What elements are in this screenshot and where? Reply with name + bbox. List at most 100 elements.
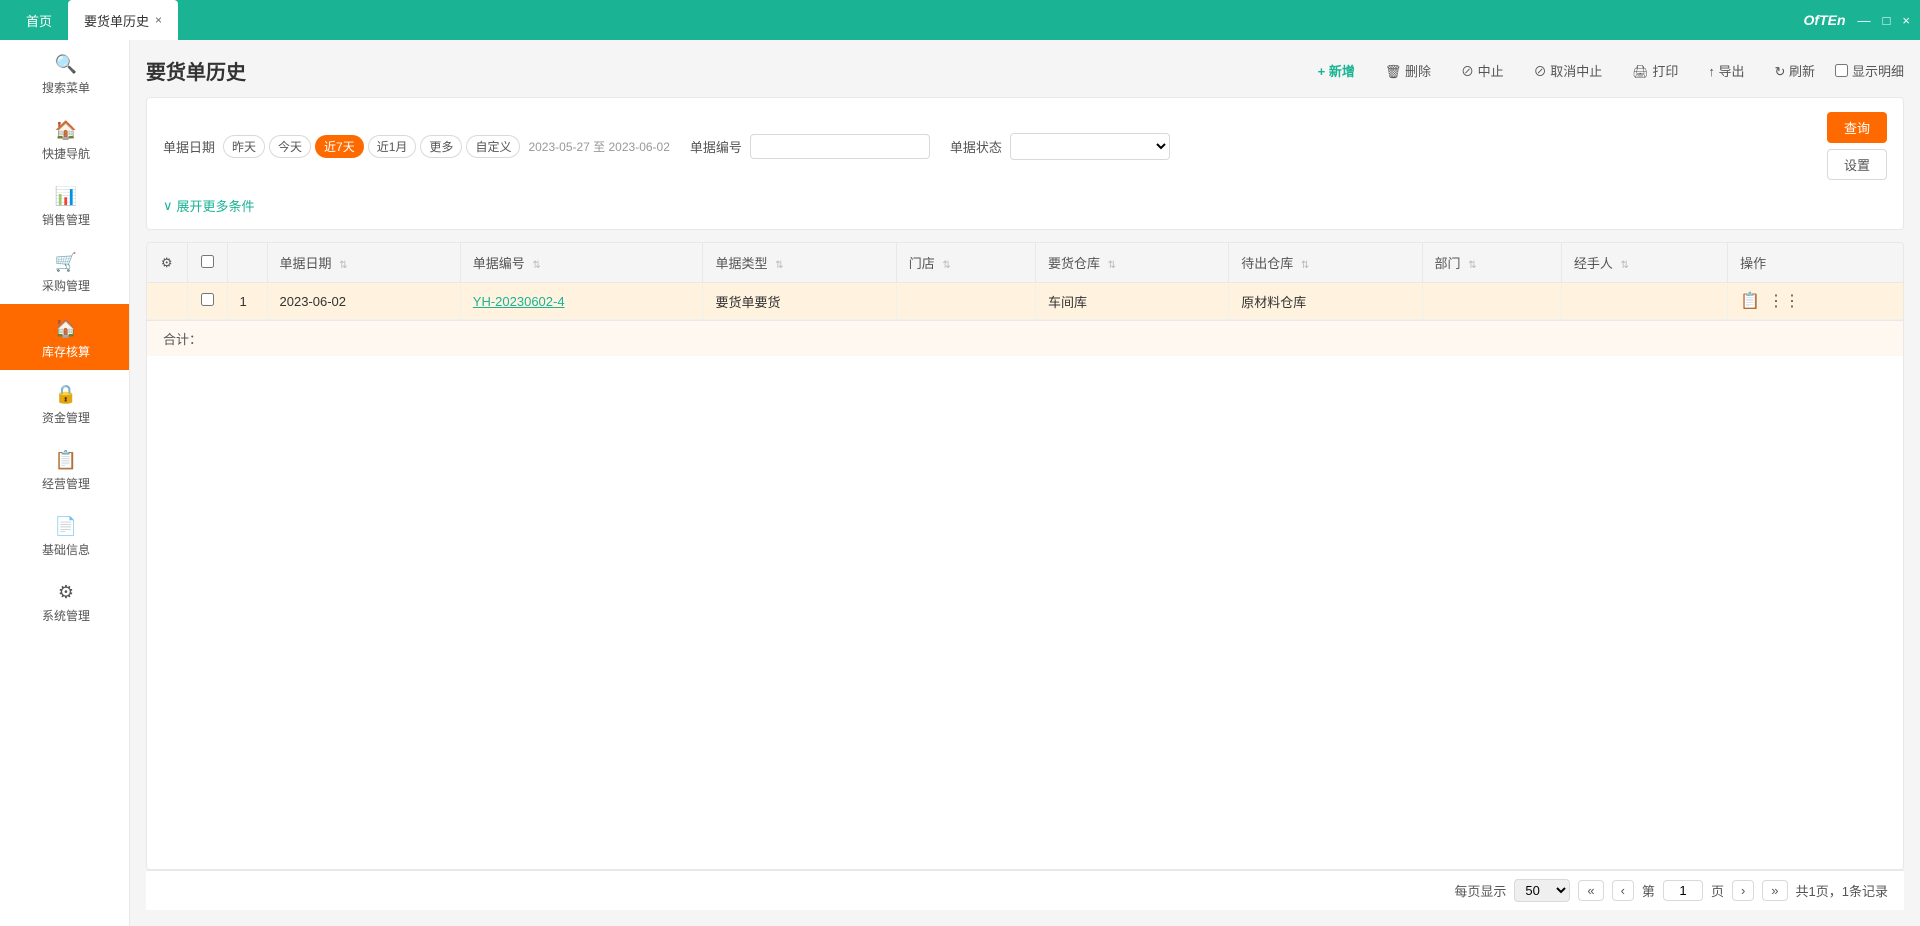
col-handler[interactable]: 经手人 ⇅ — [1561, 243, 1727, 283]
operations-icon: 📋 — [55, 450, 77, 471]
docno-filter-group: 单据编号 — [690, 134, 930, 159]
expand-conditions-btn[interactable]: ∨ 展开更多条件 — [163, 196, 255, 215]
date-more-btn[interactable]: 更多 — [420, 135, 462, 158]
row-more-icon[interactable]: ⋮⋮ — [1768, 291, 1800, 311]
col-settings[interactable]: ⚙ — [147, 243, 187, 283]
table-body: 1 2023-06-02 YH-20230602-4 要货单要货 车间库 原材料… — [147, 283, 1903, 320]
col-store[interactable]: 门店 ⇅ — [896, 243, 1035, 283]
status-select[interactable] — [1010, 133, 1170, 160]
date-custom-btn[interactable]: 自定义 — [466, 135, 520, 158]
table-header-row: ⚙ 单据日期 ⇅ 单据编号 ⇅ — [147, 243, 1903, 283]
sidebar-item-sales[interactable]: 📊 销售管理 — [0, 172, 129, 238]
next-page-btn[interactable]: › — [1732, 880, 1754, 901]
tab-home[interactable]: 首页 — [10, 0, 68, 40]
prev-page-btn[interactable]: ‹ — [1612, 880, 1634, 901]
date-range-text: 2023-05-27 至 2023-06-02 — [528, 138, 669, 155]
sidebar-item-basic-info[interactable]: 📄 基础信息 — [0, 502, 129, 568]
sidebar-item-label: 经营管理 — [42, 475, 90, 492]
table-row: 1 2023-06-02 YH-20230602-4 要货单要货 车间库 原材料… — [147, 283, 1903, 320]
col-index — [227, 243, 267, 283]
row-select-checkbox[interactable] — [201, 293, 214, 306]
per-page-select[interactable]: 50 10 20 100 — [1514, 879, 1570, 902]
sidebar-item-quick-nav[interactable]: 🏠 快捷导航 — [0, 106, 129, 172]
select-all-checkbox[interactable] — [201, 255, 214, 268]
export-button[interactable]: ↑ 导出 — [1698, 56, 1754, 85]
last-page-btn[interactable]: » — [1762, 880, 1787, 901]
sidebar-item-label: 采购管理 — [42, 277, 90, 294]
content-area: 要货单历史 + 新增 🗑 删除 ⊘ 中止 ⊘ 取消中止 🖨 打印 ↑ 导出 ↻ … — [130, 40, 1920, 926]
inventory-icon: 🏠 — [55, 318, 77, 339]
col-checkbox[interactable] — [187, 243, 227, 283]
tab-bar: 首页 要货单历史 × — [10, 0, 178, 40]
display-detail-checkbox[interactable]: 显示明细 — [1835, 61, 1904, 80]
col-department[interactable]: 部门 ⇅ — [1422, 243, 1561, 283]
refresh-button[interactable]: ↻ 刷新 — [1764, 56, 1825, 85]
col-department-label: 部门 — [1435, 256, 1461, 271]
row-actions: 📋 ⋮⋮ — [1728, 283, 1903, 320]
sidebar-item-label: 资金管理 — [42, 409, 90, 426]
row-department — [1422, 283, 1561, 320]
date-yesterday-btn[interactable]: 昨天 — [223, 135, 265, 158]
docno-label: 单据编号 — [690, 137, 742, 156]
row-checkbox[interactable] — [187, 283, 227, 320]
date-filter-group: 单据日期 昨天 今天 近7天 近1月 更多 自定义 2023-05-27 至 2… — [163, 135, 670, 158]
col-doctype[interactable]: 单据类型 ⇅ — [703, 243, 896, 283]
table-container: ⚙ 单据日期 ⇅ 单据编号 ⇅ — [146, 242, 1904, 870]
sidebar-item-label: 搜索菜单 — [42, 79, 90, 96]
date-label: 单据日期 — [163, 137, 215, 156]
filter-row-1: 单据日期 昨天 今天 近7天 近1月 更多 自定义 2023-05-27 至 2… — [163, 112, 1887, 180]
query-button[interactable]: 查询 — [1827, 112, 1887, 143]
cancel-stop-button[interactable]: ⊘ 取消中止 — [1524, 56, 1613, 85]
row-store — [896, 283, 1035, 320]
col-pending-warehouse[interactable]: 待出仓库 ⇅ — [1229, 243, 1422, 283]
sidebar-item-operations[interactable]: 📋 经营管理 — [0, 436, 129, 502]
sidebar-item-system[interactable]: ⚙ 系统管理 — [0, 568, 129, 634]
data-table: ⚙ 单据日期 ⇅ 单据编号 ⇅ — [147, 243, 1903, 320]
per-page-label: 每页显示 — [1454, 881, 1506, 900]
display-detail-input[interactable] — [1835, 64, 1848, 77]
stop-button[interactable]: ⊘ 中止 — [1451, 56, 1514, 85]
delete-button[interactable]: 🗑 删除 — [1375, 56, 1441, 85]
system-icon: ⚙ — [58, 582, 74, 603]
col-req-warehouse[interactable]: 要货仓库 ⇅ — [1035, 243, 1228, 283]
sort-docno-icon: ⇅ — [532, 260, 540, 271]
docno-input[interactable] — [750, 134, 930, 159]
row-docno-link[interactable]: YH-20230602-4 — [473, 294, 565, 309]
status-label: 单据状态 — [950, 137, 1002, 156]
col-doctype-label: 单据类型 — [715, 256, 767, 271]
page-input[interactable] — [1663, 880, 1703, 901]
sidebar-item-inventory[interactable]: 🏠 库存核算 — [0, 304, 129, 370]
col-docno[interactable]: 单据编号 ⇅ — [460, 243, 703, 283]
col-date[interactable]: 单据日期 ⇅ — [267, 243, 460, 283]
sidebar-item-search-menu[interactable]: 🔍 搜索菜单 — [0, 40, 129, 106]
tab-active[interactable]: 要货单历史 × — [68, 0, 178, 40]
date-last1month-btn[interactable]: 近1月 — [368, 135, 417, 158]
date-today-btn[interactable]: 今天 — [269, 135, 311, 158]
sidebar-item-purchase[interactable]: 🛒 采购管理 — [0, 238, 129, 304]
sidebar-item-finance[interactable]: 🔒 资金管理 — [0, 370, 129, 436]
sidebar-item-label: 基础信息 — [42, 541, 90, 558]
sales-icon: 📊 — [55, 186, 77, 207]
print-button[interactable]: 🖨 打印 — [1622, 56, 1688, 85]
date-last7-btn[interactable]: 近7天 — [315, 135, 364, 158]
sidebar-item-label: 销售管理 — [42, 211, 90, 228]
new-button[interactable]: + 新增 — [1308, 56, 1365, 85]
pagination-bar: 每页显示 50 10 20 100 « ‹ 第 页 › » 共1页，1条记录 — [146, 870, 1904, 910]
settings-button[interactable]: 设置 — [1827, 149, 1887, 180]
main-layout: 🔍 搜索菜单 🏠 快捷导航 📊 销售管理 🛒 采购管理 🏠 库存核算 🔒 资金管… — [0, 40, 1920, 926]
col-handler-label: 经手人 — [1574, 256, 1613, 271]
sidebar: 🔍 搜索菜单 🏠 快捷导航 📊 销售管理 🛒 采购管理 🏠 库存核算 🔒 资金管… — [0, 40, 130, 926]
footer-bar: 合计： — [147, 320, 1903, 356]
maximize-icon[interactable]: □ — [1883, 13, 1891, 28]
row-index: 1 — [227, 283, 267, 320]
first-page-btn[interactable]: « — [1578, 880, 1603, 901]
row-edit-icon[interactable]: 📋 — [1740, 291, 1760, 311]
minimize-icon[interactable]: — — [1858, 13, 1871, 28]
row-pending-warehouse: 原材料仓库 — [1229, 283, 1422, 320]
close-window-icon[interactable]: × — [1902, 13, 1910, 28]
filter-row-2: ∨ 展开更多条件 — [163, 188, 1887, 215]
search-menu-icon: 🔍 — [55, 54, 77, 75]
page-title: 要货单历史 — [146, 56, 1308, 85]
tab-close-icon[interactable]: × — [155, 13, 162, 27]
topbar-right: OfTEn — □ × — [1804, 12, 1910, 28]
